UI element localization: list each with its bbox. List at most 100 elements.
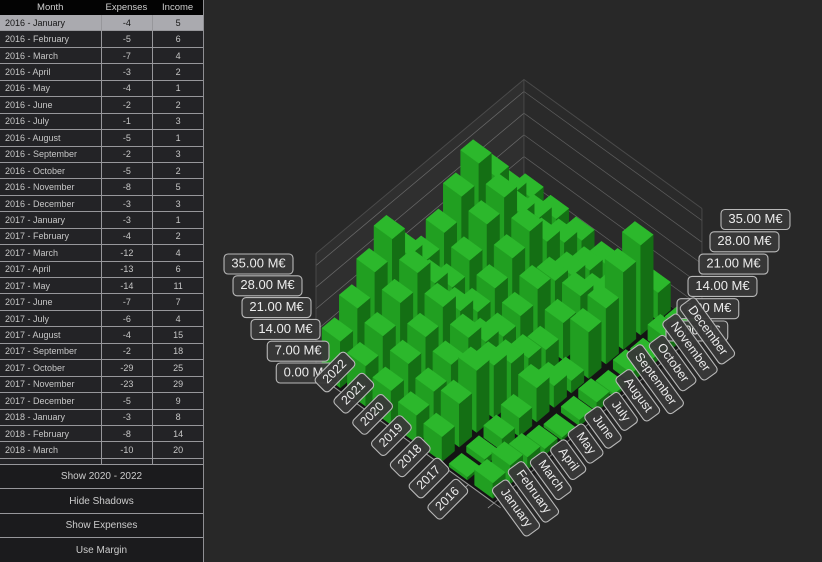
hide-shadows-button[interactable]: Hide Shadows (0, 489, 203, 514)
use-margin-button[interactable]: Use Margin (0, 538, 203, 562)
cell-expenses: -10 (100, 442, 153, 458)
value-axis-label-left: 35.00 M€ (223, 253, 294, 275)
table-row[interactable]: 2017 - March -12 4 (0, 245, 203, 262)
cell-month: 2017 - January (5, 214, 66, 225)
value-axis-label-left: 21.00 M€ (241, 297, 312, 319)
table-row[interactable]: 2017 - December -5 9 (0, 393, 203, 410)
cell-month: 2018 - January (5, 412, 66, 423)
value-axis-label-right: 14.00 M€ (687, 275, 758, 297)
cell-expenses: -5 (100, 31, 153, 47)
svg-text:14.00 M€: 14.00 M€ (695, 278, 750, 293)
cell-month: 2016 - May (5, 83, 51, 94)
cell-month: 2016 - November (5, 182, 75, 193)
table-row[interactable]: 2016 - July -1 3 (0, 113, 203, 131)
table-row[interactable]: 2016 - March -7 4 (0, 47, 203, 65)
value-axis-label-left: 7.00 M€ (266, 340, 330, 362)
cell-expenses: -23 (100, 376, 153, 393)
cell-month: 2017 - August (5, 330, 61, 341)
table-row[interactable]: 2016 - December -3 3 (0, 195, 203, 213)
table-row[interactable]: 2016 - November -8 5 (0, 179, 203, 196)
table-row[interactable]: 2017 - May -14 11 (0, 278, 203, 295)
svg-text:28.00 M€: 28.00 M€ (717, 233, 772, 248)
table-row[interactable]: 2017 - February -4 2 (0, 228, 203, 246)
svg-text:21.00 M€: 21.00 M€ (249, 299, 304, 314)
show-years-button[interactable]: Show 2020 - 2022 (0, 464, 203, 490)
cell-month: 2016 - August (5, 132, 61, 143)
cell-expenses: -5 (100, 130, 153, 146)
cell-month: 2016 - July (5, 116, 50, 127)
table-header-row: Month Expenses Income (0, 0, 203, 15)
table-row[interactable]: 2016 - January -4 5 (0, 15, 203, 32)
svg-text:14.00 M€: 14.00 M€ (258, 321, 313, 336)
value-axis-label-right: 28.00 M€ (709, 231, 780, 253)
table-row[interactable]: 2017 - September -2 18 (0, 343, 203, 361)
cell-expenses: -4 (100, 80, 153, 97)
cell-income: 6 (152, 31, 203, 47)
cell-month: 2016 - January (5, 17, 66, 28)
cell-income: 20 (152, 442, 203, 458)
cell-expenses: -4 (100, 15, 153, 31)
cell-income: 4 (152, 245, 203, 261)
svg-text:35.00 M€: 35.00 M€ (728, 211, 783, 226)
cell-expenses: -14 (100, 278, 153, 294)
cell-month: 2017 - September (5, 346, 78, 357)
table-row[interactable]: 2018 - March -10 20 (0, 442, 203, 459)
table-row[interactable]: 2017 - April -13 6 (0, 261, 203, 278)
cell-expenses: -4 (100, 228, 153, 245)
cell-month: 2017 - June (5, 297, 53, 308)
cell-month: 2017 - May (5, 280, 51, 291)
cell-expenses: -5 (100, 393, 153, 409)
cell-expenses: -12 (100, 245, 153, 261)
value-axis-label-left: 28.00 M€ (232, 275, 303, 297)
cell-expenses: -3 (100, 212, 153, 228)
table-row[interactable]: 2016 - February -5 6 (0, 31, 203, 48)
table-row[interactable]: 2017 - January -3 1 (0, 212, 203, 229)
cell-income: 9 (152, 393, 203, 409)
cell-income: 1 (152, 212, 203, 228)
cell-income: 2 (152, 228, 203, 245)
cell-income: 3 (152, 146, 203, 162)
svg-text:35.00 M€: 35.00 M€ (231, 255, 286, 270)
cell-month: 2018 - February (5, 428, 70, 439)
cell-income: 4 (152, 47, 203, 64)
cell-expenses: -8 (100, 425, 153, 442)
cell-income: 25 (152, 360, 203, 376)
table-row[interactable]: 2017 - July -6 4 (0, 310, 203, 328)
chart-panel: 0.00 M€ 7.00 M€ 14.00 M€ 21.00 M€ 28.00 M€ 35… (204, 0, 822, 562)
cell-expenses: -1 (100, 113, 153, 130)
value-axis-label-left: 14.00 M€ (250, 318, 321, 340)
table-row[interactable]: 2017 - October -29 25 (0, 360, 203, 377)
data-table-panel: Month Expenses Income 2016 - January -4 5 2… (0, 0, 204, 562)
table-row[interactable]: 2016 - October -5 2 (0, 162, 203, 180)
cell-month: 2017 - December (5, 395, 75, 406)
cell-month: 2016 - June (5, 99, 53, 110)
cell-expenses: -6 (100, 310, 153, 327)
table-row[interactable]: 2017 - August -4 15 (0, 327, 203, 344)
cell-month: 2017 - March (5, 247, 59, 258)
cell-expenses: -7 (100, 47, 153, 64)
cell-month: 2017 - October (5, 362, 66, 373)
column-header-month: Month (37, 2, 64, 13)
app-window: Month Expenses Income 2016 - January -4 5 2… (0, 0, 822, 562)
table-row[interactable]: 2018 - February -8 14 (0, 425, 203, 443)
table-row[interactable]: 2016 - September -2 3 (0, 146, 203, 163)
cell-month: 2018 - March (5, 445, 59, 456)
table-row[interactable]: 2018 - January -3 8 (0, 409, 203, 426)
cell-month: 2017 - April (5, 264, 51, 275)
table-body: 2016 - January -4 5 2016 - February -5 6 2016 … (0, 15, 203, 459)
cell-month: 2016 - March (5, 50, 59, 61)
cell-income: 3 (152, 113, 203, 130)
table-row[interactable]: 2016 - June -2 2 (0, 97, 203, 114)
cell-expenses: -2 (100, 97, 153, 113)
cell-expenses: -3 (100, 409, 153, 425)
table-row[interactable]: 2016 - May -4 1 (0, 80, 203, 98)
table-row[interactable]: 2016 - April -3 2 (0, 64, 203, 81)
cell-income: 2 (152, 162, 203, 179)
cell-income: 2 (152, 64, 203, 80)
table-row[interactable]: 2017 - June -7 7 (0, 294, 203, 311)
table-row[interactable]: 2017 - November -23 29 (0, 376, 203, 394)
column-header-expenses: Expenses (105, 2, 148, 13)
cell-expenses: -8 (100, 179, 153, 195)
show-expenses-button[interactable]: Show Expenses (0, 513, 203, 539)
table-row[interactable]: 2016 - August -5 1 (0, 130, 203, 147)
